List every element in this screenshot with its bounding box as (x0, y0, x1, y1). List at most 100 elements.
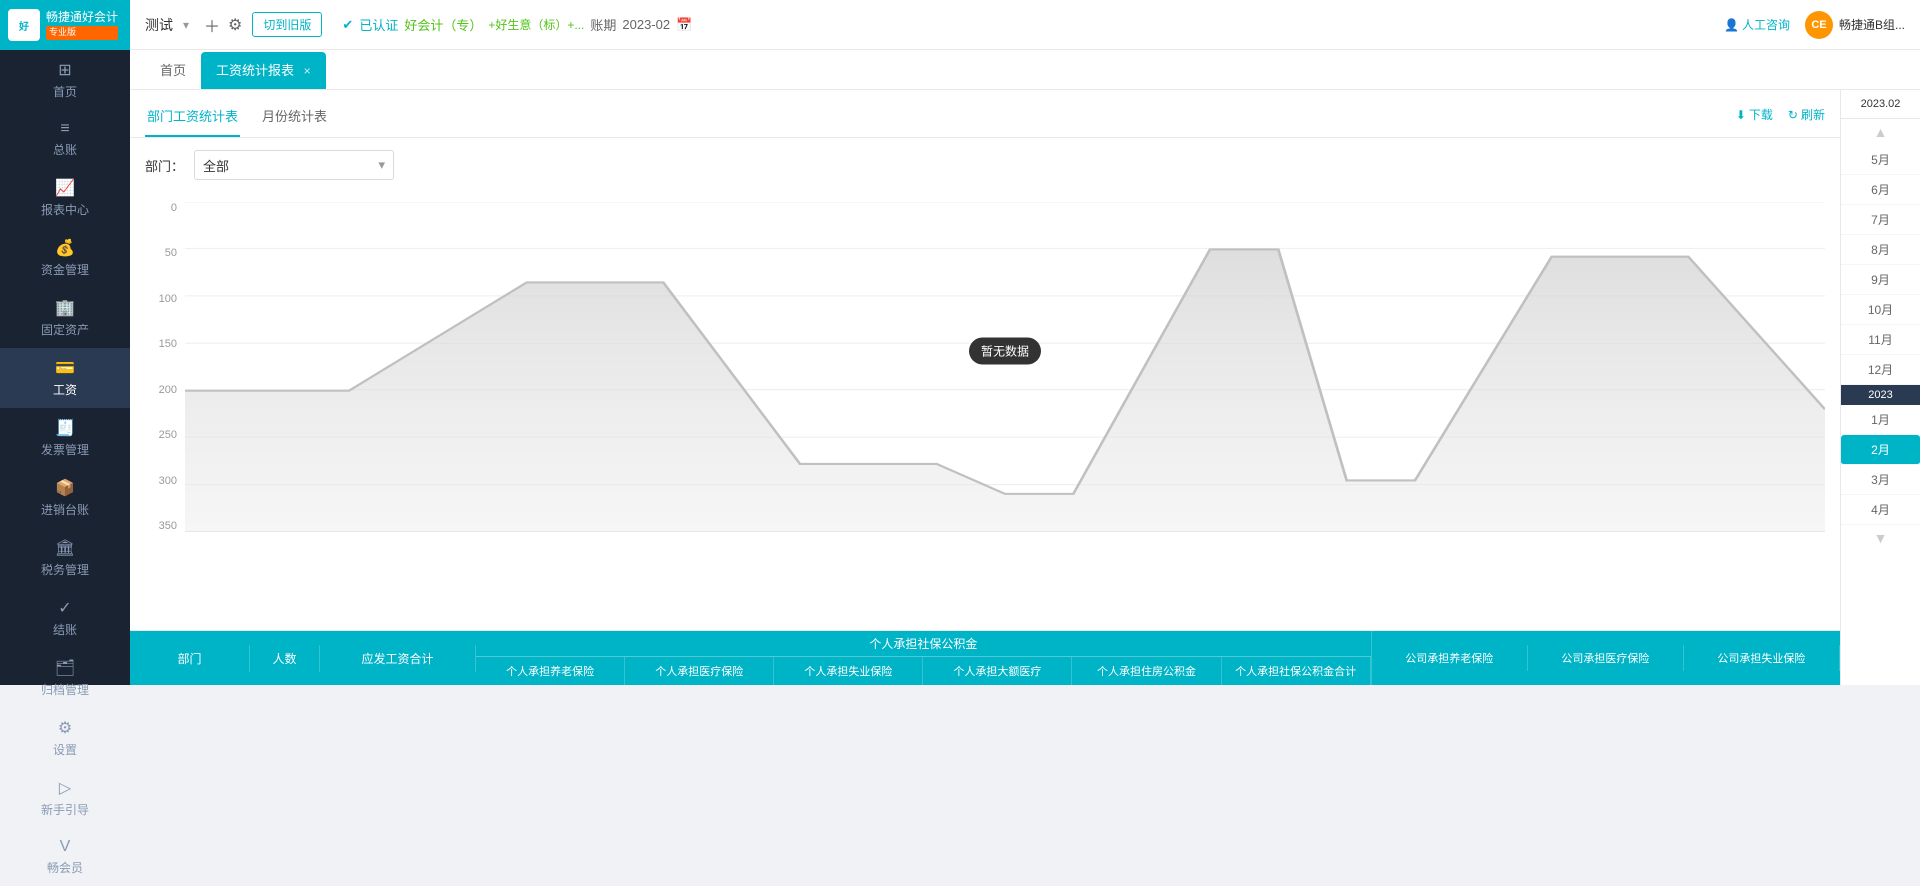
th-dept: 部门 (130, 645, 250, 672)
sidebar-item-funds[interactable]: 💰 资金管理 (0, 228, 130, 288)
sidebar-item-label: 资金管理 (41, 261, 89, 278)
th-company-pension: 公司承担养老保险 (1372, 645, 1528, 671)
month-nav-up[interactable]: ▲ (1841, 119, 1920, 145)
business-badge: +好生意（标）+... (488, 16, 584, 33)
month-item-8[interactable]: 8月 (1841, 235, 1920, 265)
chart-area: 350 300 250 200 150 100 50 0 (145, 202, 1825, 562)
sub-tab-dept[interactable]: 部门工资统计表 (145, 100, 240, 137)
logo-text: 畅捷通好会计 专业版 (46, 10, 118, 39)
dept-filter-value: 全部 (203, 156, 229, 175)
period-value: 2023-02 (622, 17, 670, 32)
y-axis: 350 300 250 200 150 100 50 0 (145, 202, 185, 532)
topbar: 测试 ▾ ＋ ⚙ 切到旧版 ✔ 已认证 好会计（专） +好生意（标）+... 账… (130, 0, 1920, 50)
assets-icon: 🏢 (55, 298, 75, 318)
sidebar-item-label: 工资 (53, 381, 77, 398)
sidebar-item-close[interactable]: ✓ 结账 (0, 588, 130, 648)
sidebar-item-vip[interactable]: V 畅会员 (0, 828, 130, 886)
month-item-4[interactable]: 4月 (1841, 495, 1920, 525)
month-item-11[interactable]: 11月 (1841, 325, 1920, 355)
sidebar-item-label: 归档管理 (41, 681, 89, 698)
avatar: CE (1805, 11, 1833, 39)
service-icon: 👤 (1724, 18, 1739, 32)
month-item-6[interactable]: 6月 (1841, 175, 1920, 205)
month-item-3[interactable]: 3月 (1841, 465, 1920, 495)
tabbar: 首页 工资统计报表 × (130, 50, 1920, 90)
filter-bar: 部门： 全部 ▾ (130, 138, 1840, 192)
topbar-icon-group: ＋ ⚙ (204, 13, 242, 37)
th-headcount: 人数 (250, 645, 320, 672)
download-button[interactable]: ⬇ 下载 (1736, 106, 1773, 123)
topbar-title: 测试 (145, 15, 173, 35)
tab-salary-report[interactable]: 工资统计报表 × (201, 52, 326, 89)
date-display[interactable]: 2023.02 (1841, 90, 1920, 119)
sidebar-item-label: 固定资产 (41, 321, 89, 338)
sidebar-item-guide[interactable]: ▷ 新手引导 (0, 768, 130, 828)
sub-tab-month[interactable]: 月份统计表 (260, 100, 329, 137)
vip-icon: V (60, 838, 71, 856)
sidebar-item-label: 总账 (53, 141, 77, 158)
inventory-icon: 📦 (55, 478, 75, 498)
topbar-add-icon[interactable]: ＋ (204, 13, 220, 37)
month-item-5[interactable]: 5月 (1841, 145, 1920, 175)
y-label-250: 250 (159, 429, 177, 441)
th-personal-major-medical: 个人承担大额医疗 (923, 657, 1072, 685)
sidebar-item-label: 税务管理 (41, 561, 89, 578)
tab-close-icon[interactable]: × (304, 64, 311, 78)
sidebar-item-archive[interactable]: 🗂 归档管理 (0, 648, 130, 708)
service-label: 人工咨询 (1742, 16, 1790, 33)
month-item-1[interactable]: 1月 (1841, 405, 1920, 435)
calendar-icon[interactable]: 📅 (676, 17, 692, 33)
sidebar-item-tax[interactable]: 🏛 税务管理 (0, 528, 130, 588)
y-label-200: 200 (159, 384, 177, 396)
dept-filter-select[interactable]: 全部 ▾ (194, 150, 394, 180)
month-item-7[interactable]: 7月 (1841, 205, 1920, 235)
topbar-right: 👤 人工咨询 CE 畅捷通B组... (1724, 11, 1905, 39)
sidebar-item-label: 设置 (53, 741, 77, 758)
reports-icon: 📈 (55, 178, 75, 198)
month-item-9[interactable]: 9月 (1841, 265, 1920, 295)
switch-mode-button[interactable]: 切到旧版 (252, 12, 322, 37)
main-area: 测试 ▾ ＋ ⚙ 切到旧版 ✔ 已认证 好会计（专） +好生意（标）+... 账… (130, 0, 1920, 685)
month-item-10[interactable]: 10月 (1841, 295, 1920, 325)
y-label-100: 100 (159, 293, 177, 305)
sidebar-item-reports[interactable]: 📈 报表中心 (0, 168, 130, 228)
th-company-medical: 公司承担医疗保险 (1528, 645, 1684, 671)
refresh-button[interactable]: ↻ 刷新 (1788, 106, 1825, 123)
month-item-12[interactable]: 12月 (1841, 355, 1920, 385)
y-label-50: 50 (165, 247, 177, 259)
good-acct-badge: 好会计（专） (404, 15, 482, 34)
close-period-icon: ✓ (58, 598, 71, 618)
sidebar-item-home[interactable]: ⊞ 首页 (0, 50, 130, 110)
sidebar-item-label: 新手引导 (41, 801, 89, 818)
sidebar-item-salary[interactable]: 💳 工资 (0, 348, 130, 408)
month-item-2-active[interactable]: 2月 (1841, 435, 1920, 465)
th-company-unemployment: 公司承担失业保险 (1684, 645, 1840, 671)
sidebar-item-inventory[interactable]: 📦 进销台账 (0, 468, 130, 528)
sub-actions: ⬇ 下载 ↻ 刷新 (1736, 106, 1825, 131)
archive-icon: 🗂 (55, 658, 75, 678)
user-name[interactable]: 畅捷通B组... (1839, 16, 1905, 33)
y-label-300: 300 (159, 475, 177, 487)
tax-icon: 🏛 (55, 538, 75, 558)
th-personal-unemployment: 个人承担失业保险 (774, 657, 923, 685)
period-label: 账期 (590, 15, 616, 34)
sidebar-item-assets[interactable]: 🏢 固定资产 (0, 288, 130, 348)
sidebar-item-settings[interactable]: ⚙ 设置 (0, 708, 130, 768)
y-label-350: 350 (159, 520, 177, 532)
sidebar-item-ledger[interactable]: ≡ 总账 (0, 110, 130, 168)
topbar-settings-icon[interactable]: ⚙ (228, 15, 242, 35)
th-personal-pension: 个人承担养老保险 (476, 657, 625, 685)
topbar-dropdown-arrow[interactable]: ▾ (183, 18, 189, 32)
th-personal-housing-fund: 个人承担住房公积金 (1072, 657, 1221, 685)
y-label-150: 150 (159, 338, 177, 350)
sidebar-item-label: 畅会员 (47, 859, 83, 876)
settings-icon: ⚙ (58, 718, 72, 738)
month-nav-down[interactable]: ▼ (1841, 525, 1920, 551)
tab-home[interactable]: 首页 (145, 52, 201, 89)
sidebar-item-invoice[interactable]: 🧾 发票管理 (0, 408, 130, 468)
user-service-button[interactable]: 👤 人工咨询 (1724, 16, 1790, 33)
guide-icon: ▷ (59, 778, 71, 798)
sidebar-item-label: 首页 (53, 83, 77, 100)
content-main: 部门工资统计表 月份统计表 ⬇ 下载 ↻ 刷新 部门： 全部 (130, 90, 1840, 685)
sidebar-item-label: 进销台账 (41, 501, 89, 518)
